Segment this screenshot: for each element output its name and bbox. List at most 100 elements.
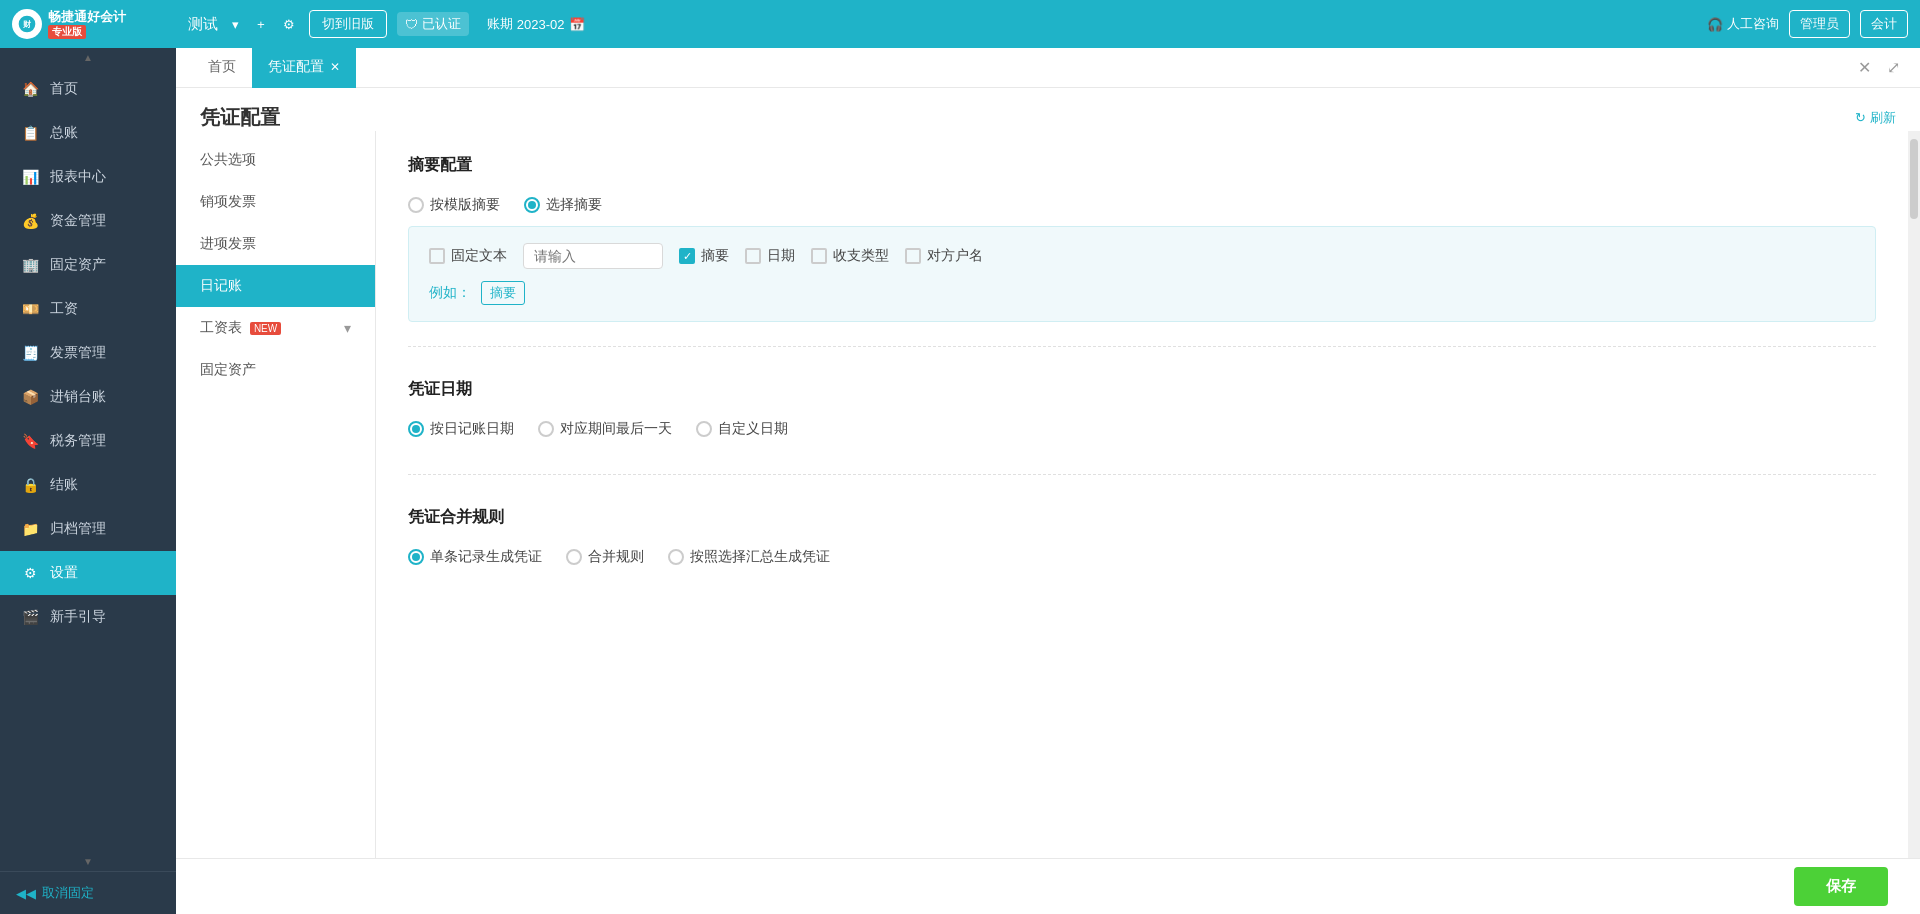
logo-text: 畅捷通好会计 专业版 bbox=[48, 9, 126, 39]
close-window-button[interactable]: ✕ bbox=[1854, 54, 1875, 81]
logo-icon: 财 bbox=[12, 9, 42, 39]
select-merge-radio[interactable]: 按照选择汇总生成凭证 bbox=[668, 548, 830, 566]
sidebar-item-settings[interactable]: ⚙ 设置 bbox=[0, 551, 176, 595]
refresh-button[interactable]: ↻ 刷新 bbox=[1855, 109, 1896, 127]
add-button[interactable]: + bbox=[253, 13, 269, 36]
invoice-icon: 🧾 bbox=[20, 343, 40, 363]
archive-icon: 📁 bbox=[20, 519, 40, 539]
sidebar-item-sales[interactable]: 📦 进销台账 bbox=[0, 375, 176, 419]
certified-badge: 🛡 已认证 bbox=[397, 12, 469, 36]
summary-radio-group: 按模版摘要 选择摘要 bbox=[408, 196, 1876, 214]
assets-icon: 🏢 bbox=[20, 255, 40, 275]
headset-icon: 🎧 bbox=[1707, 17, 1723, 32]
sidebar-item-tax[interactable]: 🔖 税务管理 bbox=[0, 419, 176, 463]
period-last-radio-circle bbox=[538, 421, 554, 437]
summary-select-radio[interactable]: 选择摘要 bbox=[524, 196, 602, 214]
sidebar-label-settings: 设置 bbox=[50, 564, 78, 582]
sidebar-item-close[interactable]: 🔒 结账 bbox=[0, 463, 176, 507]
single-record-label: 单条记录生成凭证 bbox=[430, 548, 542, 566]
left-menu-item-public[interactable]: 公共选项 bbox=[176, 139, 375, 181]
custom-date-label: 自定义日期 bbox=[718, 420, 788, 438]
accountant-button[interactable]: 会计 bbox=[1860, 10, 1908, 38]
summary-checkbox-box: ✓ bbox=[679, 248, 695, 264]
shield-icon: 🛡 bbox=[405, 17, 418, 32]
sidebar-item-home[interactable]: 🏠 首页 bbox=[0, 67, 176, 111]
summary-config-row: 固定文本 ✓ 摘要 日期 bbox=[429, 243, 1855, 269]
sidebar-item-invoice[interactable]: 🧾 发票管理 bbox=[0, 331, 176, 375]
sidebar-item-guide[interactable]: 🎬 新手引导 bbox=[0, 595, 176, 639]
date-section: 凭证日期 按日记账日期 对应期间最后一天 自定义日期 bbox=[408, 379, 1876, 475]
sidebar: ▲ 🏠 首页 📋 总账 📊 报表中心 💰 资金管理 🏢 固定资产 bbox=[0, 48, 176, 914]
diary-date-radio-circle bbox=[408, 421, 424, 437]
tab-home[interactable]: 首页 bbox=[192, 48, 252, 88]
ledger-icon: 📋 bbox=[20, 123, 40, 143]
date-checkbox[interactable]: 日期 bbox=[745, 247, 795, 265]
left-menu-item-purchase-invoice[interactable]: 进项发票 bbox=[176, 223, 375, 265]
main-layout: ▲ 🏠 首页 📋 总账 📊 报表中心 💰 资金管理 🏢 固定资产 bbox=[0, 48, 1920, 914]
payroll-icon: 💴 bbox=[20, 299, 40, 319]
svg-text:财: 财 bbox=[22, 19, 32, 29]
save-button[interactable]: 保存 bbox=[1794, 867, 1888, 906]
sidebar-scroll-down[interactable]: ▼ bbox=[0, 852, 176, 871]
sidebar-label-close: 结账 bbox=[50, 476, 78, 494]
sidebar-label-capital: 资金管理 bbox=[50, 212, 106, 230]
sidebar-item-assets[interactable]: 🏢 固定资产 bbox=[0, 243, 176, 287]
refresh-icon: ↻ bbox=[1855, 110, 1866, 125]
single-record-radio[interactable]: 单条记录生成凭证 bbox=[408, 548, 542, 566]
diary-date-radio[interactable]: 按日记账日期 bbox=[408, 420, 514, 438]
scrollbar-thumb[interactable] bbox=[1910, 139, 1918, 219]
merge-rules-radio-circle bbox=[566, 549, 582, 565]
fixed-text-label: 固定文本 bbox=[451, 247, 507, 265]
left-menu-item-diary[interactable]: 日记账 bbox=[176, 265, 375, 307]
cancel-fixed-button[interactable]: ◀◀ 取消固定 bbox=[0, 871, 176, 914]
home-icon: 🏠 bbox=[20, 79, 40, 99]
inner-layout: 公共选项 销项发票 进项发票 日记账 工资表 NEW ▾ 固定资产 摘要配置 bbox=[176, 131, 1920, 858]
workspace-dropdown-button[interactable]: ▾ bbox=[228, 13, 243, 36]
window-controls: ✕ ⤢ bbox=[1854, 54, 1904, 81]
sidebar-label-payroll: 工资 bbox=[50, 300, 78, 318]
maximize-button[interactable]: ⤢ bbox=[1883, 54, 1904, 81]
counterpart-checkbox[interactable]: 对方户名 bbox=[905, 247, 983, 265]
left-menu-item-payroll-table[interactable]: 工资表 NEW ▾ bbox=[176, 307, 375, 349]
sidebar-item-archive[interactable]: 📁 归档管理 bbox=[0, 507, 176, 551]
logo-sub: 专业版 bbox=[48, 25, 86, 39]
payment-type-label: 收支类型 bbox=[833, 247, 889, 265]
sidebar-item-capital[interactable]: 💰 资金管理 bbox=[0, 199, 176, 243]
refresh-label: 刷新 bbox=[1870, 109, 1896, 127]
right-scrollbar[interactable] bbox=[1908, 131, 1920, 858]
manager-button[interactable]: 管理员 bbox=[1789, 10, 1850, 38]
settings-icon-button[interactable]: ⚙ bbox=[279, 13, 299, 36]
summary-template-radio[interactable]: 按模版摘要 bbox=[408, 196, 500, 214]
sidebar-scroll-up[interactable]: ▲ bbox=[0, 48, 176, 67]
page-title: 凭证配置 bbox=[200, 104, 280, 131]
sidebar-item-reports[interactable]: 📊 报表中心 bbox=[0, 155, 176, 199]
date-radio-group: 按日记账日期 对应期间最后一天 自定义日期 bbox=[408, 420, 1876, 438]
merge-section-title: 凭证合并规则 bbox=[408, 507, 1876, 528]
fixed-text-input[interactable] bbox=[523, 243, 663, 269]
tab-voucher-config[interactable]: 凭证配置 ✕ bbox=[252, 48, 356, 88]
sidebar-label-guide: 新手引导 bbox=[50, 608, 106, 626]
merge-radio-group: 单条记录生成凭证 合并规则 按照选择汇总生成凭证 bbox=[408, 548, 1876, 566]
summary-checkbox[interactable]: ✓ 摘要 bbox=[679, 247, 729, 265]
sidebar-item-ledger[interactable]: 📋 总账 bbox=[0, 111, 176, 155]
summary-section: 摘要配置 按模版摘要 选择摘要 bbox=[408, 155, 1876, 347]
fixed-text-checkbox[interactable]: 固定文本 bbox=[429, 247, 507, 265]
select-radio-label: 选择摘要 bbox=[546, 196, 602, 214]
custom-date-radio[interactable]: 自定义日期 bbox=[696, 420, 788, 438]
switch-old-button[interactable]: 切到旧版 bbox=[309, 10, 387, 38]
sidebar-item-payroll[interactable]: 💴 工资 bbox=[0, 287, 176, 331]
page-header: 凭证配置 ↻ 刷新 bbox=[176, 88, 1920, 131]
left-menu-item-sales-invoice[interactable]: 销项发票 bbox=[176, 181, 375, 223]
left-menu-item-fixed-assets[interactable]: 固定资产 bbox=[176, 349, 375, 391]
payment-type-checkbox[interactable]: 收支类型 bbox=[811, 247, 889, 265]
logo-main: 畅捷通好会计 bbox=[48, 9, 126, 25]
tab-close-button[interactable]: ✕ bbox=[330, 60, 340, 74]
merge-section: 凭证合并规则 单条记录生成凭证 合并规则 按照选择汇总生成凭证 bbox=[408, 507, 1876, 602]
summary-config-box: 固定文本 ✓ 摘要 日期 bbox=[408, 226, 1876, 322]
payment-type-checkbox-box bbox=[811, 248, 827, 264]
consult-button[interactable]: 🎧 人工咨询 bbox=[1707, 15, 1779, 33]
period-label: 账期 bbox=[487, 15, 513, 33]
merge-rules-radio[interactable]: 合并规则 bbox=[566, 548, 644, 566]
period-last-radio[interactable]: 对应期间最后一天 bbox=[538, 420, 672, 438]
workspace-name: 测试 bbox=[188, 15, 218, 34]
